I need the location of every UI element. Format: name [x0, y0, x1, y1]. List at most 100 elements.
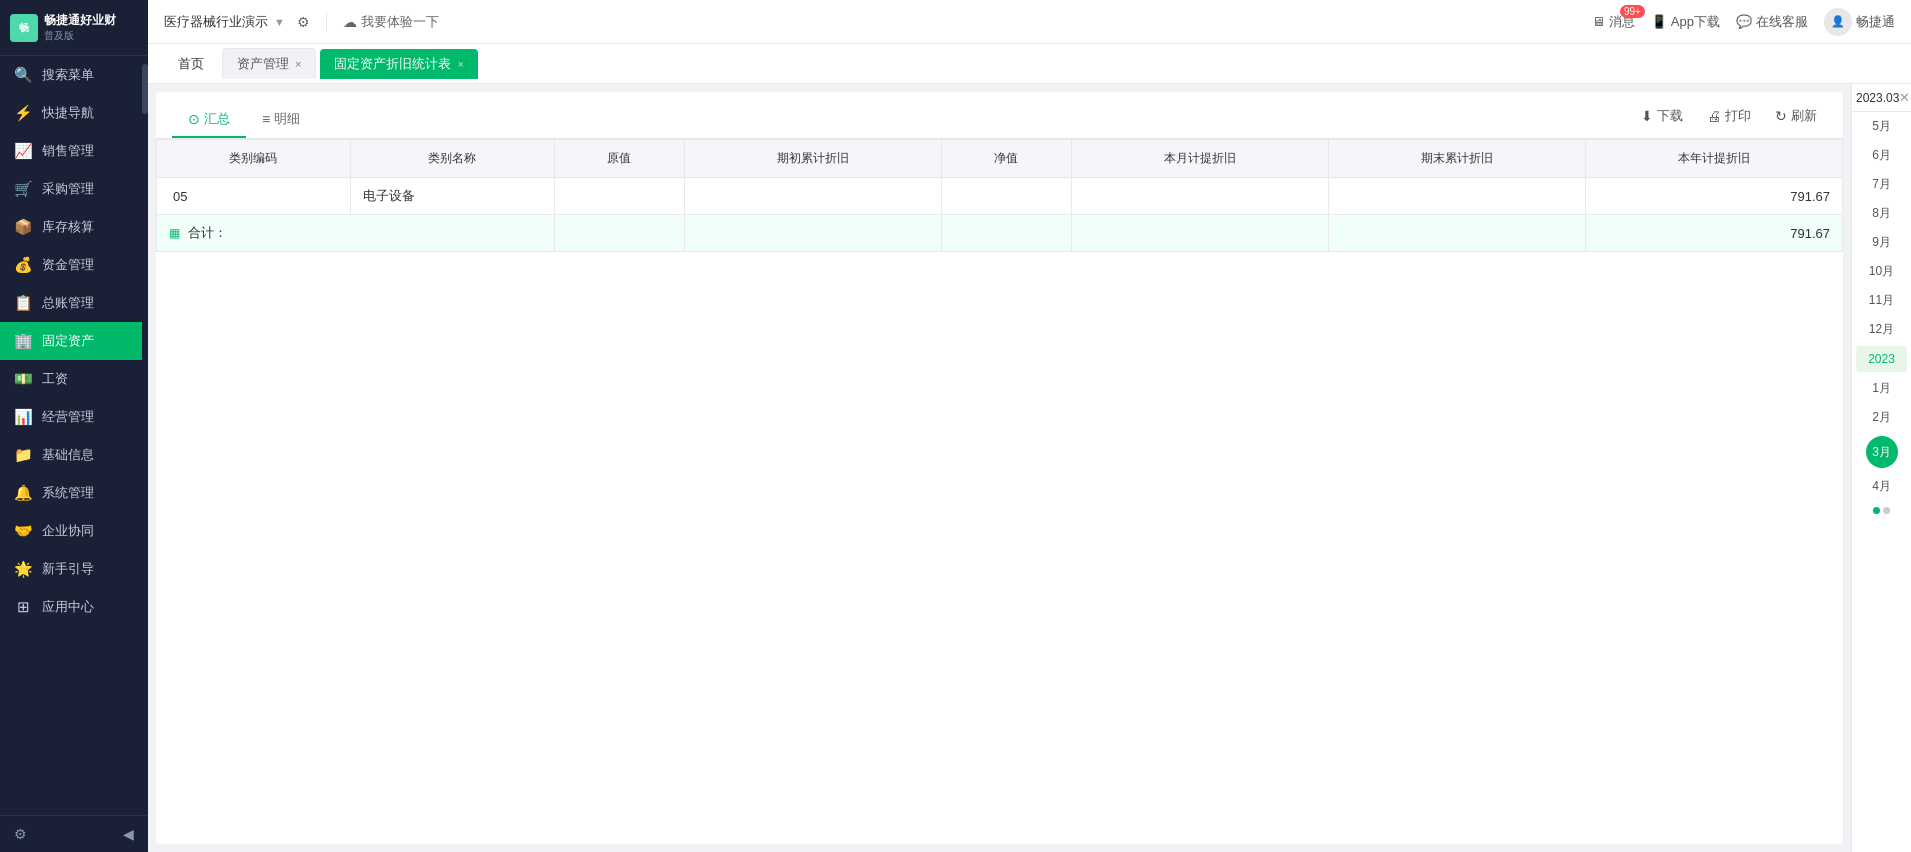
- sidebar-item-apps[interactable]: ⊞ 应用中心: [0, 588, 142, 626]
- sidebar-item-quicknav[interactable]: ⚡ 快捷导航: [0, 94, 142, 132]
- download-button[interactable]: ⬇ 下载: [1631, 102, 1693, 130]
- app-download-icon: 📱: [1651, 14, 1667, 29]
- date-item-jan[interactable]: 1月: [1852, 374, 1911, 403]
- settings-icon[interactable]: ⚙: [14, 826, 27, 842]
- user-button[interactable]: 👤 畅捷通: [1824, 8, 1895, 36]
- sidebar-item-fixed[interactable]: 🏢 固定资产: [0, 322, 142, 360]
- sidebar-item-inventory[interactable]: 📦 库存核算: [0, 208, 142, 246]
- cell-year-dep: 791.67: [1585, 178, 1842, 215]
- online-service-button[interactable]: 💬 在线客服: [1736, 13, 1808, 31]
- col-end-accum: 期末累计折旧: [1328, 140, 1585, 178]
- message-button[interactable]: 🖥 消息 99+: [1592, 13, 1635, 31]
- sidebar-logo-text: 畅捷通好业财 普及版: [44, 12, 116, 43]
- sidebar-item-sales-label: 销售管理: [42, 142, 94, 160]
- tab-home-label: 首页: [178, 55, 204, 73]
- date-item-nov[interactable]: 11月: [1852, 286, 1911, 315]
- date-item-feb[interactable]: 2月: [1852, 403, 1911, 432]
- tab-asset-mgmt-close[interactable]: ×: [295, 58, 301, 70]
- cell-total-net: [941, 215, 1071, 252]
- sub-tab-detail[interactable]: ≡ 明细: [246, 102, 316, 138]
- content-area: ⊙ 汇总 ≡ 明细 ⬇ 下载 🖨 打印: [148, 84, 1911, 852]
- tab-fixed-depreciation-close[interactable]: ×: [457, 58, 463, 70]
- date-item-apr[interactable]: 4月: [1852, 472, 1911, 501]
- date-item-oct[interactable]: 10月: [1852, 257, 1911, 286]
- sidebar-scrollbar-thumb[interactable]: [142, 64, 148, 114]
- sidebar-item-payroll-label: 工资: [42, 370, 68, 388]
- date-dots: [1852, 501, 1911, 520]
- apps-icon: ⊞: [14, 598, 32, 616]
- table-total-row: ▦ 合计： 791.67: [157, 215, 1843, 252]
- tab-asset-mgmt[interactable]: 资产管理 ×: [222, 48, 316, 79]
- sidebar-logo: 畅 畅捷通好业财 普及版: [10, 12, 138, 43]
- date-year-2023[interactable]: 2023: [1856, 346, 1907, 372]
- total-label-text: 合计：: [188, 225, 227, 240]
- refresh-button[interactable]: ↻ 刷新: [1765, 102, 1827, 130]
- purchase-icon: 🛒: [14, 180, 32, 198]
- sidebar-item-ledger[interactable]: 📋 总账管理: [0, 284, 142, 322]
- col-net-value: 净值: [941, 140, 1071, 178]
- message-icon: 🖥: [1592, 14, 1605, 29]
- sidebar-item-guide[interactable]: 🌟 新手引导: [0, 550, 142, 588]
- date-item-mar-selected[interactable]: 3月: [1866, 436, 1898, 468]
- cell-total-period-accum: [684, 215, 941, 252]
- date-panel-close-icon[interactable]: ✕: [1899, 90, 1910, 105]
- basic-icon: 📁: [14, 446, 32, 464]
- tab-fixed-depreciation-label: 固定资产折旧统计表: [334, 55, 451, 73]
- date-item-jun[interactable]: 6月: [1852, 141, 1911, 170]
- tab-home[interactable]: 首页: [164, 49, 218, 79]
- sidebar-item-collab-label: 企业协同: [42, 522, 94, 540]
- app-download-button[interactable]: 📱 App下载: [1651, 13, 1720, 31]
- date-item-may[interactable]: 5月: [1852, 112, 1911, 141]
- sidebar-item-operation[interactable]: 📊 经营管理: [0, 398, 142, 436]
- topbar: 医疗器械行业演示 ▼ ⚙ ☁ 我要体验一下 🖥 消息 99+ 📱 App下载 💬…: [148, 0, 1911, 44]
- sidebar-item-basic[interactable]: 📁 基础信息: [0, 436, 142, 474]
- tab-fixed-depreciation[interactable]: 固定资产折旧统计表 ×: [320, 49, 477, 79]
- collapse-icon[interactable]: ◀: [123, 826, 134, 842]
- payroll-icon: 💵: [14, 370, 32, 388]
- experience-button[interactable]: ☁ 我要体验一下: [343, 13, 439, 31]
- sidebar-item-finance[interactable]: 💰 资金管理: [0, 246, 142, 284]
- sidebar-item-purchase-label: 采购管理: [42, 180, 94, 198]
- sidebar-item-inventory-label: 库存核算: [42, 218, 94, 236]
- date-panel: 2023.03 ✕ ⤢ 5月 6月 7月 8月 9月 10月 11月 12月 2…: [1851, 84, 1911, 852]
- date-item-jul[interactable]: 7月: [1852, 170, 1911, 199]
- sales-icon: 📈: [14, 142, 32, 160]
- cell-total-end-accum: [1328, 215, 1585, 252]
- cell-name: 电子设备: [350, 178, 554, 215]
- experience-icon: ☁: [343, 14, 357, 30]
- sidebar-item-apps-label: 应用中心: [42, 598, 94, 616]
- sidebar-item-purchase[interactable]: 🛒 采购管理: [0, 170, 142, 208]
- company-selector[interactable]: 医疗器械行业演示 ▼: [164, 13, 285, 31]
- gear-icon[interactable]: ⚙: [297, 14, 310, 30]
- cell-monthly-dep: [1071, 178, 1328, 215]
- print-icon: 🖨: [1707, 108, 1721, 124]
- sidebar-item-payroll[interactable]: 💵 工资: [0, 360, 142, 398]
- date-item-aug[interactable]: 8月: [1852, 199, 1911, 228]
- sidebar-logo-icon: 畅: [10, 14, 38, 42]
- sub-tab-summary[interactable]: ⊙ 汇总: [172, 102, 246, 138]
- date-item-dec[interactable]: 12月: [1852, 315, 1911, 344]
- content-main: ⊙ 汇总 ≡ 明细 ⬇ 下载 🖨 打印: [156, 92, 1843, 844]
- col-monthly-dep: 本月计提折旧: [1071, 140, 1328, 178]
- sidebar-item-search[interactable]: 🔍 搜索菜单: [0, 56, 142, 94]
- date-item-sep[interactable]: 9月: [1852, 228, 1911, 257]
- print-label: 打印: [1725, 107, 1751, 125]
- col-name: 类别名称: [350, 140, 554, 178]
- sidebar-item-ledger-label: 总账管理: [42, 294, 94, 312]
- quicknav-icon: ⚡: [14, 104, 32, 122]
- sidebar-item-basic-label: 基础信息: [42, 446, 94, 464]
- print-button[interactable]: 🖨 打印: [1697, 102, 1761, 130]
- inventory-icon: 📦: [14, 218, 32, 236]
- message-badge: 99+: [1620, 5, 1645, 18]
- dot-gray: [1883, 507, 1890, 514]
- fixed-icon: 🏢: [14, 332, 32, 350]
- sidebar-scrollbar: [142, 56, 148, 815]
- date-list: 5月 6月 7月 8月 9月 10月 11月 12月 2023 1月 2月 3月…: [1852, 112, 1911, 852]
- sidebar-item-collab[interactable]: 🤝 企业协同: [0, 512, 142, 550]
- sub-tab-summary-label: 汇总: [204, 110, 230, 128]
- sidebar-item-sales[interactable]: 📈 销售管理: [0, 132, 142, 170]
- cell-end-accum: [1328, 178, 1585, 215]
- date-item-mar-wrapper[interactable]: 3月: [1852, 432, 1911, 472]
- table-row: 05 电子设备 791.67: [157, 178, 1843, 215]
- sidebar-item-system[interactable]: 🔔 系统管理: [0, 474, 142, 512]
